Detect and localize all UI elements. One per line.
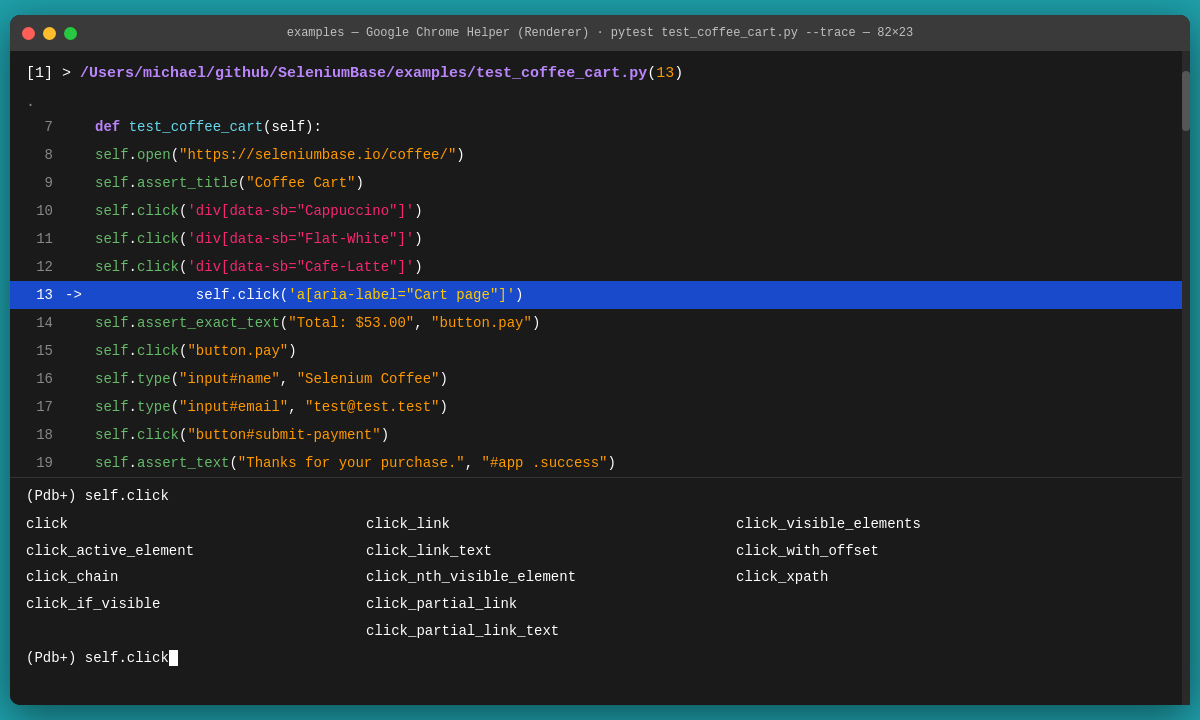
scrollbar[interactable] <box>1182 51 1190 705</box>
code-area: 7 def test_coffee_cart(self): 8 self.ope… <box>10 113 1190 477</box>
completion-click-xpath: click_xpath <box>736 564 1174 591</box>
code-content-8: self.open("https://seleniumbase.io/coffe… <box>95 141 1190 169</box>
line-num-16: 16 <box>10 365 65 393</box>
arrow-13: -> <box>65 281 95 309</box>
code-line-8: 8 self.open("https://seleniumbase.io/cof… <box>10 141 1190 169</box>
code-line-12: 12 self.click('div[data-sb="Cafe-Latte"]… <box>10 253 1190 281</box>
completion-empty-2 <box>26 618 366 645</box>
code-content-7: def test_coffee_cart(self): <box>95 113 1190 141</box>
code-content-19: self.assert_text("Thanks for your purcha… <box>95 449 1190 477</box>
line-num-13: 13 <box>10 281 65 309</box>
line-num-12: 12 <box>10 253 65 281</box>
window-title: examples — Google Chrome Helper (Rendere… <box>287 26 914 40</box>
scrollbar-thumb[interactable] <box>1182 71 1190 131</box>
line-num-7: 7 <box>10 113 65 141</box>
code-line-10: 10 self.click('div[data-sb="Cappuccino"]… <box>10 197 1190 225</box>
code-content-14: self.assert_exact_text("Total: $53.00", … <box>95 309 1190 337</box>
line-num-11: 11 <box>10 225 65 253</box>
completion-click-if-visible: click_if_visible <box>26 591 366 618</box>
pdb-prompt-1: (Pdb+) self.click <box>10 482 1190 511</box>
code-line-16: 16 self.type("input#name", "Selenium Cof… <box>10 365 1190 393</box>
completions-grid: click click_link click_visible_elements … <box>10 511 1190 644</box>
code-content-17: self.type("input#email", "test@test.test… <box>95 393 1190 421</box>
minimize-button[interactable] <box>43 27 56 40</box>
code-content-15: self.click("button.pay") <box>95 337 1190 365</box>
completion-click-partial-link: click_partial_link <box>366 591 736 618</box>
arrow-prompt: > <box>62 65 80 82</box>
bracket-left: [1] <box>26 65 53 82</box>
code-content-12: self.click('div[data-sb="Cafe-Latte"]') <box>95 253 1190 281</box>
completion-click-partial-link-text: click_partial_link_text <box>366 618 736 645</box>
completion-click-active-element: click_active_element <box>26 538 366 565</box>
close-button[interactable] <box>22 27 35 40</box>
terminal-window: examples — Google Chrome Helper (Rendere… <box>10 15 1190 705</box>
code-line-7: 7 def test_coffee_cart(self): <box>10 113 1190 141</box>
completion-click-chain: click_chain <box>26 564 366 591</box>
cursor <box>169 650 178 666</box>
dot-line: . <box>10 92 1190 113</box>
paren-close: ) <box>674 65 683 82</box>
line-num-8: 8 <box>10 141 65 169</box>
line-num-10: 10 <box>10 197 65 225</box>
pdb-prompt-2[interactable]: (Pdb+) self.click <box>10 644 1190 673</box>
line-num-17: 17 <box>10 393 65 421</box>
code-content-9: self.assert_title("Coffee Cart") <box>95 169 1190 197</box>
completion-click-visible-elements: click_visible_elements <box>736 511 1174 538</box>
completion-click-with-offset: click_with_offset <box>736 538 1174 565</box>
code-line-18: 18 self.click("button#submit-payment") <box>10 421 1190 449</box>
completion-click: click <box>26 511 366 538</box>
paren-open: ( <box>647 65 656 82</box>
code-content-13: self.click('a[aria-label="Cart page"]') <box>95 281 1190 309</box>
line-num-19: 19 <box>10 449 65 477</box>
code-line-15: 15 self.click("button.pay") <box>10 337 1190 365</box>
line-num-18: 18 <box>10 421 65 449</box>
code-content-10: self.click('div[data-sb="Cappuccino"]') <box>95 197 1190 225</box>
code-line-17: 17 self.type("input#email", "test@test.t… <box>10 393 1190 421</box>
maximize-button[interactable] <box>64 27 77 40</box>
completion-click-link: click_link <box>366 511 736 538</box>
titlebar: examples — Google Chrome Helper (Rendere… <box>10 15 1190 51</box>
code-line-11: 11 self.click('div[data-sb="Flat-White"]… <box>10 225 1190 253</box>
completion-click-link-text: click_link_text <box>366 538 736 565</box>
code-content-16: self.type("input#name", "Selenium Coffee… <box>95 365 1190 393</box>
breadcrumb: [1] > /Users/michael/github/SeleniumBase… <box>10 59 1190 92</box>
terminal-content: [1] > /Users/michael/github/SeleniumBase… <box>10 51 1190 705</box>
pdb-area: (Pdb+) self.click click click_link click… <box>10 477 1190 673</box>
completion-click-nth-visible-element: click_nth_visible_element <box>366 564 736 591</box>
line-num-15: 15 <box>10 337 65 365</box>
code-line-14: 14 self.assert_exact_text("Total: $53.00… <box>10 309 1190 337</box>
line-number: 13 <box>656 65 674 82</box>
code-content-18: self.click("button#submit-payment") <box>95 421 1190 449</box>
code-line-19: 19 self.assert_text("Thanks for your pur… <box>10 449 1190 477</box>
traffic-lights <box>22 27 77 40</box>
completion-empty-3 <box>736 618 1174 645</box>
code-line-13: 13 -> self.click('a[aria-label="Cart pag… <box>10 281 1190 309</box>
code-content-11: self.click('div[data-sb="Flat-White"]') <box>95 225 1190 253</box>
line-num-9: 9 <box>10 169 65 197</box>
completion-empty-1 <box>736 591 1174 618</box>
file-path: /Users/michael/github/SeleniumBase/examp… <box>80 65 647 82</box>
line-num-14: 14 <box>10 309 65 337</box>
code-line-9: 9 self.assert_title("Coffee Cart") <box>10 169 1190 197</box>
